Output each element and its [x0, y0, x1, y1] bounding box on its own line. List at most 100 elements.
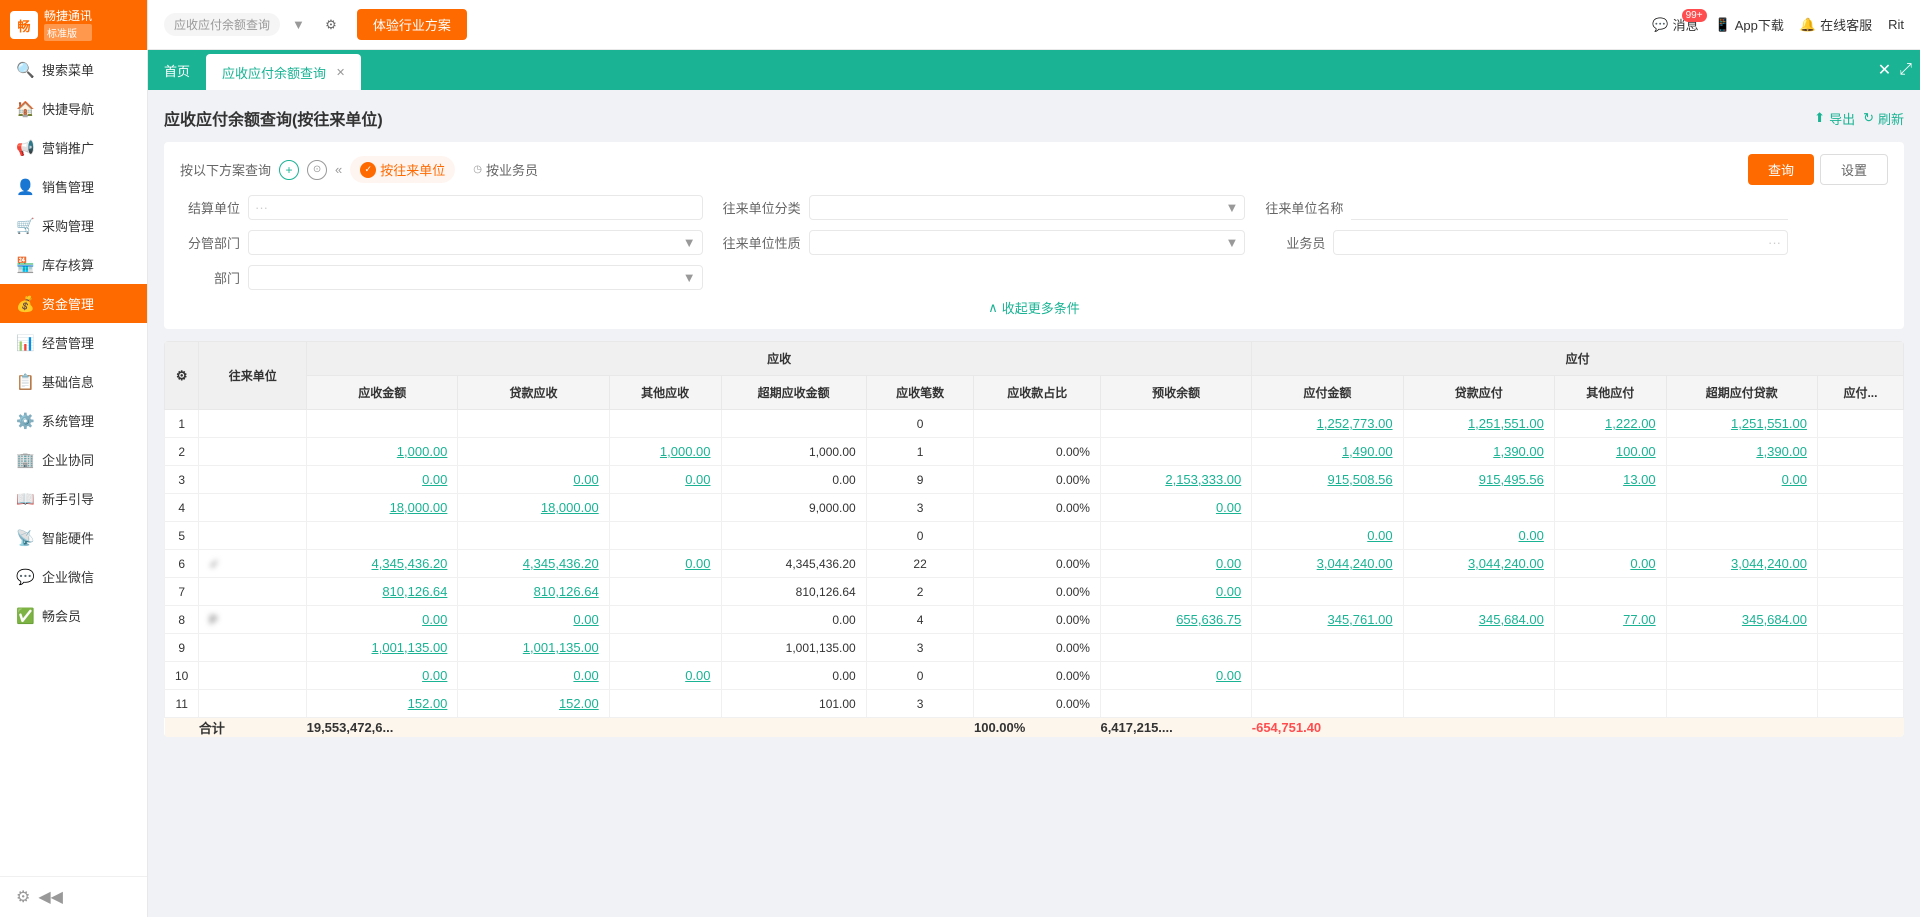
query-btn[interactable]: 查询	[1748, 154, 1814, 185]
th-ap-group: 应付	[1252, 342, 1904, 376]
filter-collapse-btn[interactable]: «	[335, 162, 342, 177]
collapse-more-btn[interactable]: ∧ 收起更多条件	[180, 298, 1888, 317]
filter-area-wrap: 按以下方案查询 + ⊙ « ✓ 按往来单位 ◷ 按业务员 查询 设置	[164, 142, 1904, 329]
dept-chevron: ▼	[683, 270, 696, 285]
tab-home[interactable]: 首页	[148, 50, 206, 90]
sidebar-item-inventory[interactable]: 🏪 库存核算	[0, 245, 147, 284]
unit-name-input[interactable]	[1351, 196, 1788, 220]
message-btn[interactable]: 💬 消息 99+	[1652, 15, 1698, 34]
settings-btn[interactable]: 设置	[1820, 154, 1888, 185]
footer-loan-ar	[458, 718, 609, 738]
th-ar-count: 应收笔数	[866, 376, 974, 410]
collapse-label: 收起更多条件	[1002, 298, 1080, 317]
filter-scheme-btn[interactable]: ⊙	[307, 160, 327, 180]
unit-nature-chevron: ▼	[1225, 235, 1238, 250]
scheme-inactive-icon: ◷	[473, 164, 482, 175]
th-loan-ap: 贷款应付	[1403, 376, 1554, 410]
filter-row-unit-name: 往来单位名称	[1265, 195, 1788, 220]
sidebar-item-hardware[interactable]: 📡 智能硬件	[0, 518, 147, 557]
top-bar: 应收应付余额查询 ▼ ⚙ 体验行业方案 💬 消息 99+ 📱 App下载 🔔 在…	[148, 0, 1920, 50]
sidebar-item-search[interactable]: 🔍 搜索菜单	[0, 50, 147, 89]
breadcrumb-dropdown[interactable]: ▼	[292, 17, 305, 32]
th-other-ap: 其他应付	[1554, 376, 1666, 410]
logo-name: 畅捷通讯	[44, 9, 92, 25]
footer-other-ap	[1554, 718, 1666, 738]
breadcrumb: 应收应付余额查询	[164, 13, 280, 36]
tab-close-action[interactable]: ✕	[1878, 60, 1891, 80]
app-label: App下载	[1735, 15, 1784, 34]
tab-close-icon[interactable]: ✕	[336, 66, 345, 79]
sidebar-item-system[interactable]: ⚙️ 系统管理	[0, 401, 147, 440]
table-group-header: ⚙ 往来单位 应收 应付	[165, 342, 1904, 376]
unit-category-chevron: ▼	[1225, 200, 1238, 215]
footer-loan-ap	[1403, 718, 1554, 738]
sidebar-item-operation[interactable]: 📊 经营管理	[0, 323, 147, 362]
finance-icon: 💰	[16, 295, 34, 313]
business-person-dots: ···	[1768, 235, 1781, 250]
th-unit: 往来单位	[199, 342, 307, 410]
sidebar-bottom-collapse[interactable]: ◀◀	[38, 887, 63, 907]
table-row: 6✓4,345,436.204,345,436.200.004,345,436.…	[165, 550, 1904, 578]
tab-bar: 首页 应收应付余额查询 ✕ ✕ ⤢	[148, 50, 1920, 90]
business-person-input[interactable]: ···	[1333, 230, 1788, 255]
sidebar-item-label: 采购管理	[42, 216, 94, 235]
tab-expand-action[interactable]: ⤢	[1899, 61, 1912, 79]
filter-row-unit-nature: 往来单位性质 ▼	[723, 230, 1246, 255]
filter-row-settlement: 结算单位 ···	[180, 195, 703, 220]
dept-input[interactable]: ▼	[248, 265, 703, 290]
table-row: 30.000.000.000.0090.00%2,153,333.00915,5…	[165, 466, 1904, 494]
system-icon: ⚙️	[16, 412, 34, 430]
refresh-btn[interactable]: ↻ 刷新	[1863, 109, 1904, 128]
table-settings-icon: ⚙	[176, 368, 188, 383]
sidebar-bottom-settings[interactable]: ⚙	[16, 887, 30, 907]
page-content: 应收应付余额查询(按往来单位) ⬆ 导出 ↻ 刷新 按以下方案查询 + ⊙	[148, 90, 1920, 917]
table-row: 418,000.0018,000.009,000.0030.00%0.00	[165, 494, 1904, 522]
message-icon: 💬	[1652, 17, 1668, 33]
th-ar-amount: 应收金额	[307, 376, 458, 410]
sidebar-item-label: 基础信息	[42, 372, 94, 391]
refresh-icon: ↻	[1863, 110, 1874, 126]
footer-other-ar	[609, 718, 721, 738]
footer-ap-more	[1817, 718, 1903, 738]
sidebar-item-label: 资金管理	[42, 294, 94, 313]
sidebar-item-guide[interactable]: 📖 新手引导	[0, 479, 147, 518]
tab-ar-balance[interactable]: 应收应付余额查询 ✕	[206, 54, 361, 90]
filter-top: 按以下方案查询 + ⊙ « ✓ 按往来单位 ◷ 按业务员 查询 设置	[180, 154, 1888, 185]
topbar-settings-icon[interactable]: ⚙	[317, 11, 345, 39]
filter-scheme-by-staff[interactable]: ◷ 按业务员	[463, 156, 548, 183]
member-icon: ✅	[16, 607, 34, 625]
online-service-btn[interactable]: 🔔 在线客服	[1800, 15, 1872, 34]
search-icon: 🔍	[16, 61, 34, 79]
export-icon: ⬆	[1814, 110, 1825, 126]
unit-nature-input[interactable]: ▼	[809, 230, 1246, 255]
sidebar-item-sales[interactable]: 👤 销售管理	[0, 167, 147, 206]
settlement-label: 结算单位	[180, 198, 240, 217]
export-btn[interactable]: ⬆ 导出	[1814, 109, 1855, 128]
sidebar-item-enterprise[interactable]: 🏢 企业协同	[0, 440, 147, 479]
unit-category-input[interactable]: ▼	[809, 195, 1246, 220]
export-label: 导出	[1829, 109, 1855, 128]
sidebar-item-finance[interactable]: 💰 资金管理	[0, 284, 147, 323]
business-person-label: 业务员	[1265, 233, 1325, 252]
sidebar-item-label: 智能硬件	[42, 528, 94, 547]
sidebar-item-label: 销售管理	[42, 177, 94, 196]
app-download-btn[interactable]: 📱 App下载	[1715, 15, 1784, 34]
th-loan-ar: 贷款应收	[458, 376, 609, 410]
settlement-input[interactable]: ···	[248, 195, 703, 220]
th-overdue-ar: 超期应收金额	[721, 376, 866, 410]
sidebar-item-marketing[interactable]: 📢 营销推广	[0, 128, 147, 167]
trial-btn[interactable]: 体验行业方案	[357, 9, 467, 40]
sidebar-item-basic[interactable]: 📋 基础信息	[0, 362, 147, 401]
filter-add-btn[interactable]: +	[279, 160, 299, 180]
th-settings[interactable]: ⚙	[165, 342, 199, 410]
dept-manage-input[interactable]: ▼	[248, 230, 703, 255]
sidebar-item-label: 企业协同	[42, 450, 94, 469]
user-avatar[interactable]: Rit	[1888, 17, 1904, 32]
sidebar-item-quick-nav[interactable]: 🏠 快捷导航	[0, 89, 147, 128]
sidebar-item-member[interactable]: ✅ 畅会员	[0, 596, 147, 635]
sidebar-item-label: 快捷导航	[42, 99, 94, 118]
sidebar-item-purchase[interactable]: 🛒 采购管理	[0, 206, 147, 245]
filter-scheme-by-unit[interactable]: ✓ 按往来单位	[350, 156, 455, 183]
sidebar-item-wechat[interactable]: 💬 企业微信	[0, 557, 147, 596]
th-ap-amount: 应付金额	[1252, 376, 1403, 410]
